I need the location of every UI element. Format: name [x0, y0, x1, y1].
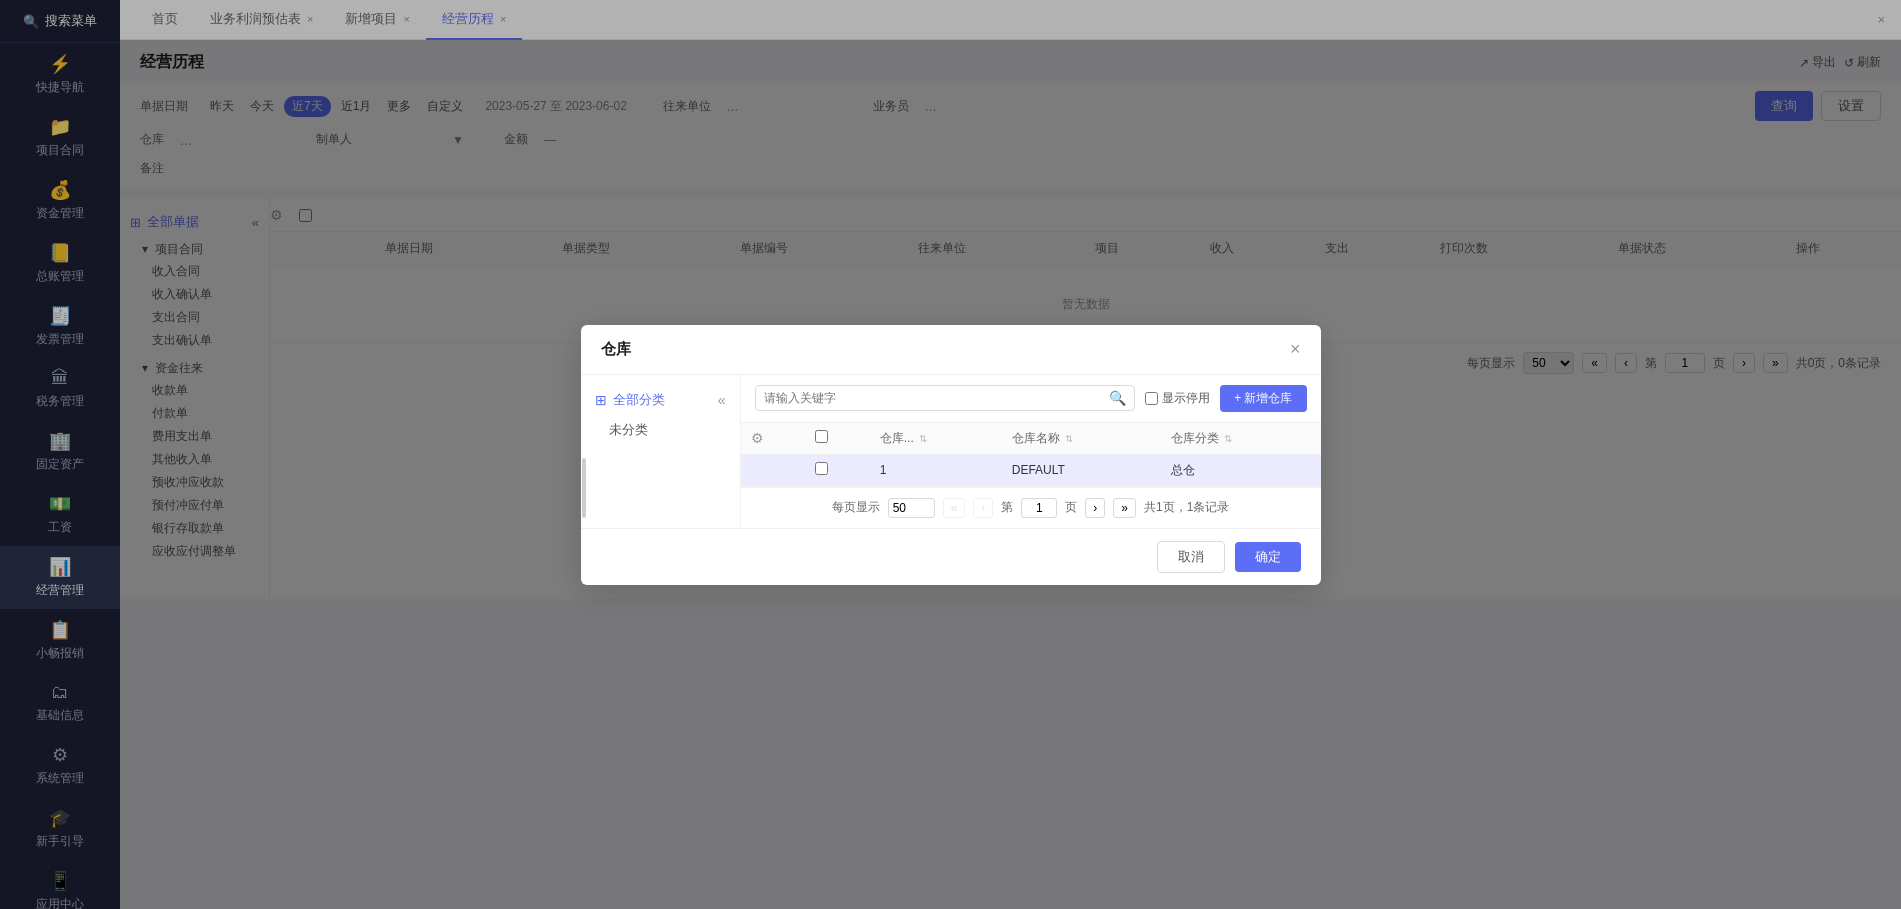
confirm-button[interactable]: 确定 [1235, 542, 1301, 572]
modal-warehouse-table: ⚙ 仓库... ⇅ 仓库名称 ⇅ [741, 423, 1321, 487]
modal-col-category[interactable]: 仓库分类 ⇅ [1161, 423, 1320, 455]
modal-col-name[interactable]: 仓库名称 ⇅ [1002, 423, 1161, 455]
warehouse-modal: 仓库 × ⊞ 全部分类 « 未分类 [581, 325, 1321, 585]
grid-icon: ⊞ [595, 392, 607, 408]
modal-first-btn[interactable]: « [943, 498, 966, 518]
modal-footer: 取消 确定 [581, 528, 1321, 585]
modal-pagination: 每页显示 50 100 « ‹ 第 页 › » 共1页，1条记录 [741, 487, 1321, 528]
row-code: DEFAULT [1002, 454, 1161, 486]
modal-left-scroll: 未分类 [581, 415, 740, 458]
modal-col-code[interactable]: 仓库... ⇅ [870, 423, 1002, 455]
modal-search-icon: 🔍 [1109, 390, 1126, 406]
modal-left-header[interactable]: ⊞ 全部分类 « [581, 385, 740, 415]
show-disabled-checkbox-label[interactable]: 显示停用 [1145, 390, 1210, 407]
row-name: 总仓 [1161, 454, 1320, 486]
collapse-btn[interactable]: « [718, 392, 726, 408]
all-category-label: 全部分类 [613, 391, 665, 409]
modal-title: 仓库 [601, 340, 631, 359]
sort-icon-code: ⇅ [919, 433, 927, 444]
modal-page-label: 第 [1001, 499, 1013, 516]
modal-per-page-select[interactable]: 50 100 [888, 498, 935, 518]
modal-select-all[interactable] [815, 430, 828, 443]
modal-per-page-label: 每页显示 [832, 499, 880, 516]
modal-overlay: 仓库 × ⊞ 全部分类 « 未分类 [0, 0, 1901, 909]
modal-col-checkbox[interactable] [805, 423, 870, 455]
modal-right-panel: 🔍 显示停用 + 新增仓库 ⚙ [741, 375, 1321, 528]
sort-icon-category: ⇅ [1224, 433, 1232, 444]
cancel-button[interactable]: 取消 [1157, 541, 1225, 573]
modal-last-btn[interactable]: » [1113, 498, 1136, 518]
modal-page-input[interactable] [1021, 498, 1057, 518]
modal-page-suffix: 页 [1065, 499, 1077, 516]
row-index: 1 [870, 454, 1002, 486]
modal-table-row[interactable]: 1 DEFAULT 总仓 [741, 454, 1321, 486]
modal-table-container: ⚙ 仓库... ⇅ 仓库名称 ⇅ [741, 423, 1321, 487]
modal-next-btn[interactable]: › [1085, 498, 1105, 518]
modal-header: 仓库 × [581, 325, 1321, 375]
modal-search-box[interactable]: 🔍 [755, 385, 1136, 411]
modal-scrollbar[interactable] [581, 458, 587, 518]
row-checkbox-cell[interactable] [805, 454, 870, 486]
modal-col-settings[interactable]: ⚙ [741, 423, 806, 455]
modal-prev-btn[interactable]: ‹ [973, 498, 993, 518]
scroll-thumb [582, 458, 586, 518]
sort-icon-name: ⇅ [1065, 433, 1073, 444]
row-settings-cell [741, 454, 806, 486]
row-checkbox[interactable] [815, 462, 828, 475]
modal-body: ⊞ 全部分类 « 未分类 [581, 375, 1321, 528]
modal-total-label: 共1页，1条记录 [1144, 499, 1229, 516]
modal-search-input[interactable] [764, 391, 1104, 405]
show-disabled-checkbox[interactable] [1145, 392, 1158, 405]
modal-left-panel: ⊞ 全部分类 « 未分类 [581, 375, 741, 528]
modal-close-btn[interactable]: × [1290, 339, 1301, 360]
add-warehouse-btn[interactable]: + 新增仓库 [1220, 385, 1306, 412]
modal-toolbar: 🔍 显示停用 + 新增仓库 [741, 375, 1321, 423]
modal-left-item-unclassified[interactable]: 未分类 [581, 415, 740, 445]
